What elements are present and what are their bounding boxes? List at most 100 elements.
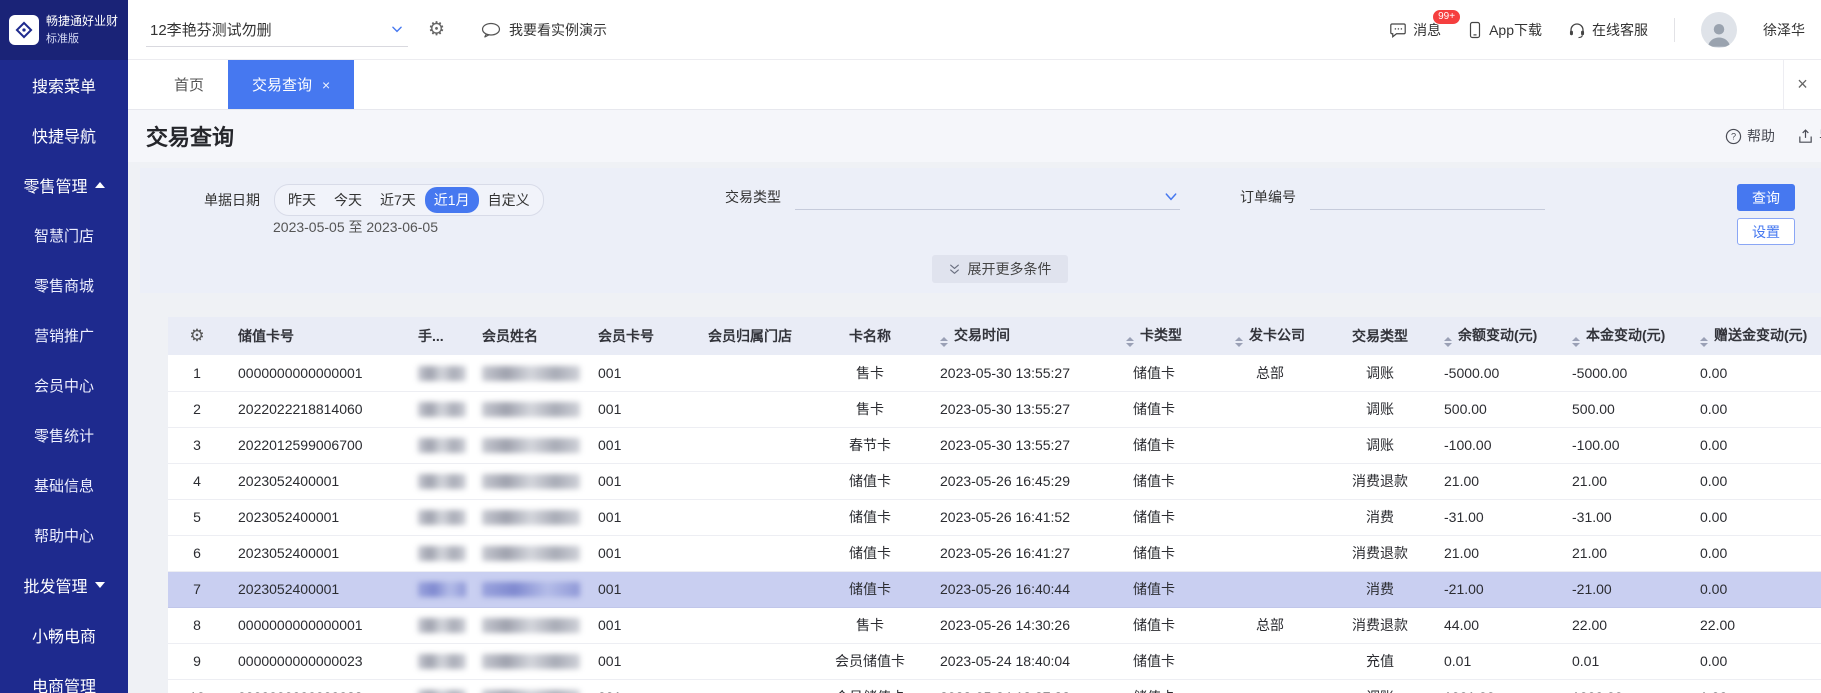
cell-tx_type: 消费退款 <box>1328 463 1432 500</box>
cell-issuer <box>1212 499 1328 536</box>
cell-principal_change: -100.00 <box>1560 427 1688 464</box>
brand-logo: 畅捷通好业财 标准版 <box>0 0 128 60</box>
sidebar-item-零售商城[interactable]: 零售商城 <box>0 260 128 310</box>
svg-text:?: ? <box>1731 131 1736 141</box>
cell-balance_change: 21.00 <box>1432 463 1560 500</box>
avatar[interactable] <box>1701 11 1737 48</box>
sort-icon[interactable] <box>1700 337 1708 347</box>
date-option-近7天[interactable]: 近7天 <box>371 187 425 213</box>
cell-bonus_change: 0.00 <box>1688 463 1821 500</box>
table-row[interactable]: 7 2023052400001 001 储值卡 2023-05-26 16:40:44 储… <box>168 571 1821 608</box>
cell-member_no: 001 <box>586 463 696 500</box>
col-header-balance_change[interactable]: 余额变动(元) <box>1432 317 1560 355</box>
cell-phone <box>406 535 470 572</box>
org-selector[interactable]: 12李艳芬测试勿删 <box>146 13 408 47</box>
cell-store <box>696 679 812 693</box>
online-service-button[interactable]: 在线客服 <box>1568 20 1648 40</box>
expand-more-button[interactable]: 展开更多条件 <box>931 255 1068 283</box>
filter-buttons: 查询 设置 <box>1737 184 1795 245</box>
username[interactable]: 徐泽华 <box>1763 20 1805 40</box>
cell-issuer <box>1212 679 1328 693</box>
col-header-card_name: 卡名称 <box>812 317 928 355</box>
table-row[interactable]: 9 0000000000000023 001 会员储值卡 2023-05-24 18:4… <box>168 643 1821 680</box>
sort-icon[interactable] <box>1126 337 1134 347</box>
cell-time: 2023-05-26 16:41:52 <box>928 499 1096 536</box>
column-settings-gear-icon[interactable]: ⚙ <box>189 326 204 345</box>
sidebar-item-帮助中心[interactable]: 帮助中心 <box>0 510 128 560</box>
tab-home[interactable]: 首页 <box>150 60 228 109</box>
col-header-principal_change[interactable]: 本金变动(元) <box>1560 317 1688 355</box>
cell-issuer <box>1212 427 1328 464</box>
tx-type-label: 交易类型 <box>725 189 781 205</box>
date-option-自定义[interactable]: 自定义 <box>479 187 539 213</box>
sort-icon[interactable] <box>1235 337 1243 347</box>
table-row[interactable]: 100000000000000023 001 会员储值卡2023-05-24 18:… <box>168 679 1821 693</box>
cell-store <box>696 355 812 392</box>
date-option-今天[interactable]: 今天 <box>325 187 371 213</box>
demo-link[interactable]: 我要看实例演示 <box>481 20 607 40</box>
sidebar-item-批发管理[interactable]: 批发管理 <box>0 560 128 610</box>
table-row[interactable]: 2 2022022218814060 001 售卡 2023-05-30 13:55:2… <box>168 391 1821 428</box>
sidebar-item-基础信息[interactable]: 基础信息 <box>0 460 128 510</box>
table-row[interactable]: 5 2023052400001 001 储值卡 2023-05-26 16:41:52 储… <box>168 499 1821 536</box>
cell-tx_type: 调账 <box>1328 427 1432 464</box>
sidebar-item-label: 帮助中心 <box>33 527 94 545</box>
message-icon <box>1390 22 1406 38</box>
sidebar-item-快捷导航[interactable]: 快捷导航 <box>0 110 128 160</box>
export-button[interactable]: 导出 <box>1797 126 1821 146</box>
col-header-time[interactable]: 交易时间 <box>928 317 1096 355</box>
sidebar-item-搜索菜单[interactable]: 搜索菜单 <box>0 60 128 110</box>
sidebar-item-零售统计[interactable]: 零售统计 <box>0 410 128 460</box>
col-header-bonus_change[interactable]: 赠送金变动(元) <box>1688 317 1821 355</box>
date-option-近1月[interactable]: 近1月 <box>424 187 479 213</box>
sidebar-item-零售管理[interactable]: 零售管理 <box>0 160 128 210</box>
sort-icon[interactable] <box>1572 337 1580 347</box>
cell-member_no: 001 <box>586 679 696 693</box>
help-label: 帮助 <box>1747 128 1775 144</box>
table-row[interactable]: 8 0000000000000001 001 售卡 2023-05-26 14:30:2… <box>168 607 1821 644</box>
cell-name <box>470 607 586 644</box>
sidebar-item-小畅电商[interactable]: 小畅电商 <box>0 610 128 660</box>
cell-time: 2023-05-30 13:55:27 <box>928 355 1096 392</box>
column-label: 会员归属门店 <box>708 328 792 344</box>
topbar: 12李艳芬测试勿删 ⚙ 我要看实例演示 消息 99+ App下载 在线客服 徐泽… <box>128 0 1821 60</box>
cell-time: 2023-05-24 18:37:38 <box>928 679 1096 693</box>
close-tab-icon[interactable]: × <box>322 77 330 93</box>
sidebar-item-会员中心[interactable]: 会员中心 <box>0 360 128 410</box>
table-row[interactable]: 1 0000000000000001 001 售卡 2023-05-30 13:55:2… <box>168 355 1821 392</box>
tx-type-select[interactable] <box>795 184 1180 210</box>
gear-icon[interactable]: ⚙ <box>428 18 445 41</box>
column-label: 卡名称 <box>849 328 891 344</box>
sidebar-item-label: 基础信息 <box>33 477 94 495</box>
order-no-input[interactable] <box>1310 184 1545 210</box>
cell-card_no: 2022022218814060 <box>226 391 406 428</box>
tab-transaction-query[interactable]: 交易查询 × <box>228 60 355 109</box>
close-tabs-button[interactable]: × <box>1783 60 1821 109</box>
headset-icon <box>1569 22 1585 38</box>
query-button[interactable]: 查询 <box>1737 184 1795 211</box>
topbar-right: 消息 99+ App下载 在线客服 徐泽华 <box>1389 8 1805 48</box>
sidebar-item-智慧门店[interactable]: 智慧门店 <box>0 210 128 260</box>
cell-card_name: 售卡 <box>812 607 928 644</box>
cell-name <box>470 643 586 680</box>
order-no-filter: 订单编号 <box>1240 184 1545 210</box>
date-option-昨天[interactable]: 昨天 <box>279 187 325 213</box>
settings-button[interactable]: 设置 <box>1737 218 1795 245</box>
sidebar-item-电商管理[interactable]: 电商管理 <box>0 660 128 693</box>
table-row[interactable]: 3 2022012599006700 001 春节卡 2023-05-30 13:55:… <box>168 427 1821 464</box>
sidebar-item-营销推广[interactable]: 营销推广 <box>0 310 128 360</box>
help-button[interactable]: ? 帮助 <box>1725 126 1775 146</box>
sort-icon[interactable] <box>1444 337 1452 347</box>
col-header-issuer[interactable]: 发卡公司 <box>1212 317 1328 355</box>
sort-icon[interactable] <box>940 337 948 347</box>
cell-balance_change: -31.00 <box>1432 499 1560 536</box>
masked-phone-value <box>418 618 466 634</box>
sidebar-item-label: 零售统计 <box>33 427 94 445</box>
masked-name-value <box>482 474 580 490</box>
col-header-card_type[interactable]: 卡类型 <box>1096 317 1212 355</box>
app-download-button[interactable]: App下载 <box>1467 20 1542 40</box>
messages-button[interactable]: 消息 99+ <box>1389 8 1462 40</box>
table-row[interactable]: 6 2023052400001 001 储值卡 2023-05-26 16:41:27 储… <box>168 535 1821 572</box>
cell-member_no: 001 <box>586 535 696 572</box>
table-row[interactable]: 4 2023052400001 001 储值卡 2023-05-26 16:45:29 储… <box>168 463 1821 500</box>
